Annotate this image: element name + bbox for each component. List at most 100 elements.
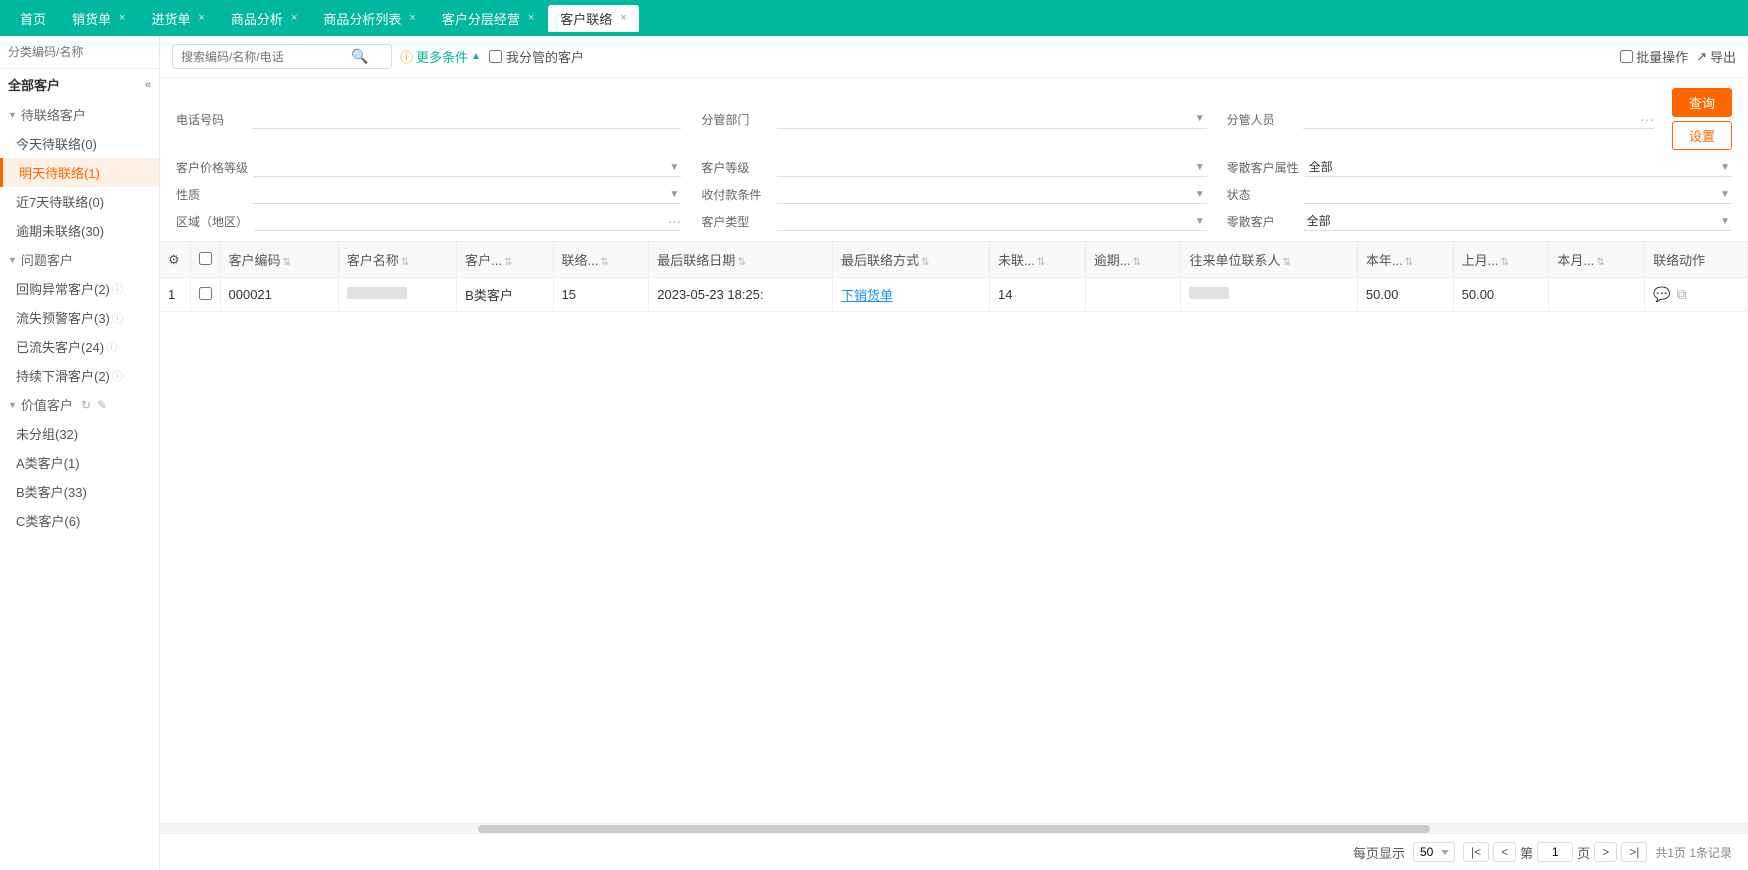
col-last-contact-method[interactable]: 最后联络方式⇅ [832, 242, 989, 278]
export-button[interactable]: ↗ 导出 [1696, 47, 1736, 66]
sort-notcontact-icon[interactable]: ⇅ [1037, 257, 1045, 268]
first-page-btn[interactable]: |< [1463, 842, 1489, 862]
more-conditions-btn[interactable]: ⓘ 更多条件 ▲ [400, 47, 481, 66]
edit-group-icon[interactable]: ✎ [97, 398, 107, 412]
sort-method-icon[interactable]: ⇅ [921, 257, 929, 268]
per-page-select[interactable]: 50 [1413, 842, 1455, 862]
col-settings[interactable]: ⚙ [160, 242, 190, 278]
col-this-month[interactable]: 本月...⇅ [1549, 242, 1645, 278]
col-customer-name[interactable]: 客户名称⇅ [338, 242, 456, 278]
customer-level-select[interactable] [777, 158, 1206, 176]
sidebar-item-declining[interactable]: 持续下滑客户(2) ⓘ [0, 361, 159, 390]
retail-attr-select[interactable]: 全部 [1305, 158, 1732, 176]
col-customer-type[interactable]: 客户...⇅ [457, 242, 553, 278]
sort-year-icon[interactable]: ⇅ [1405, 257, 1413, 268]
nav-customer-tiered[interactable]: 客户分层经营 × [430, 5, 546, 32]
phone-input[interactable] [252, 110, 681, 129]
nav-customer-contact[interactable]: 客户联络 × [548, 5, 638, 32]
help-icon-1[interactable]: ⓘ [112, 281, 123, 297]
query-button[interactable]: 查询 [1672, 88, 1732, 117]
dept-select[interactable] [777, 110, 1206, 128]
my-customers-check[interactable] [489, 50, 502, 63]
sort-thismonth-icon[interactable]: ⇅ [1596, 257, 1604, 268]
sidebar-item-7day-contact[interactable]: 近7天待联络(0) [0, 187, 159, 216]
nav-home[interactable]: 首页 [8, 5, 58, 32]
col-unit-contact[interactable]: 往来单位联系人⇅ [1181, 242, 1357, 278]
all-customers-title[interactable]: 全部客户 « [0, 69, 159, 100]
col-action[interactable]: 联络动作 [1645, 242, 1748, 278]
sort-type-icon[interactable]: ⇅ [504, 257, 512, 268]
search-input[interactable] [181, 50, 351, 64]
nature-select[interactable] [252, 185, 681, 203]
sidebar-item-tomorrow-contact[interactable]: 明天待联络(1) [0, 158, 159, 187]
sidebar-item-churn-warning[interactable]: 流失预警客户(3) ⓘ [0, 303, 159, 332]
help-icon-2[interactable]: ⓘ [112, 310, 123, 326]
area-more-icon[interactable]: ··· [667, 213, 681, 229]
close-customer-tiered-icon[interactable]: × [528, 12, 534, 24]
sidebar-item-ungrouped[interactable]: 未分组(32) [0, 419, 159, 448]
status-select[interactable] [1303, 185, 1732, 203]
cell-last-contact-method[interactable]: 下销货单 [832, 278, 989, 312]
close-sales-order-icon[interactable]: × [119, 12, 125, 24]
group-pending-contact[interactable]: 待联络客户 [0, 100, 159, 129]
search-button[interactable]: 🔍 [351, 48, 368, 65]
sidebar-item-overdue-contact[interactable]: 逾期未联络(30) [0, 216, 159, 245]
sort-contact-icon[interactable]: ⇅ [600, 257, 608, 268]
contact-method-link[interactable]: 下销货单 [841, 288, 893, 303]
contact-icon[interactable]: 💬 [1653, 286, 1670, 303]
page-input[interactable] [1537, 842, 1573, 862]
sort-unit-icon[interactable]: ⇅ [1282, 257, 1290, 268]
sidebar-item-class-a[interactable]: A类客户(1) [0, 448, 159, 477]
nav-sales-order[interactable]: 销货单 × [60, 5, 137, 32]
person-more-icon[interactable]: ··· [1640, 111, 1654, 127]
settings-button[interactable]: 设置 [1672, 121, 1732, 150]
more-action-icon[interactable]: ⧉ [1677, 286, 1687, 303]
table-scroll-thumb[interactable] [478, 825, 1431, 833]
close-product-analysis-icon[interactable]: × [291, 12, 297, 24]
col-not-contacted[interactable]: 未联...⇅ [990, 242, 1086, 278]
group-value-customers[interactable]: 价值客户 ↻ ✎ [0, 390, 159, 419]
sidebar-item-class-c[interactable]: C类客户(6) [0, 506, 159, 535]
cell-checkbox[interactable] [190, 278, 220, 312]
last-page-btn[interactable]: >| [1621, 842, 1647, 862]
sidebar-item-class-b[interactable]: B类客户(33) [0, 477, 159, 506]
col-overdue[interactable]: 逾期...⇅ [1085, 242, 1181, 278]
col-checkbox[interactable] [190, 242, 220, 278]
close-product-analysis-list-icon[interactable]: × [409, 12, 415, 24]
customer-type-select[interactable] [777, 212, 1206, 230]
help-icon-4[interactable]: ⓘ [112, 368, 123, 384]
collapse-icon[interactable]: « [145, 79, 151, 91]
help-icon-3[interactable]: ⓘ [106, 339, 117, 355]
sidebar-item-today-contact[interactable]: 今天待联络(0) [0, 129, 159, 158]
payment-select[interactable] [777, 185, 1206, 203]
close-customer-contact-icon[interactable]: × [620, 12, 626, 24]
next-page-btn[interactable]: > [1594, 842, 1617, 862]
table-scroll-bar[interactable] [160, 823, 1748, 833]
col-last-contact-date[interactable]: 最后联络日期⇅ [649, 242, 833, 278]
select-all-checkbox[interactable] [199, 252, 212, 265]
batch-op-check[interactable] [1620, 50, 1633, 63]
person-input[interactable] [1303, 110, 1640, 128]
nav-product-analysis-list[interactable]: 商品分析列表 × [311, 5, 427, 32]
sidebar-item-churned[interactable]: 已流失客户(24) ⓘ [0, 332, 159, 361]
retail-customer-select[interactable]: 全部 [1303, 212, 1732, 230]
batch-op-button[interactable]: 批量操作 [1620, 47, 1688, 66]
sidebar-item-abnormal-repurchase[interactable]: 回购异常客户(2) ⓘ [0, 274, 159, 303]
row-checkbox[interactable] [199, 287, 212, 300]
nav-purchase-order[interactable]: 进货单 × [139, 5, 216, 32]
col-contact[interactable]: 联络...⇅ [553, 242, 649, 278]
my-customers-checkbox[interactable]: 我分管的客户 [489, 47, 584, 66]
col-this-year[interactable]: 本年...⇅ [1357, 242, 1453, 278]
refresh-icon[interactable]: ↻ [81, 398, 91, 412]
sort-date-icon[interactable]: ⇅ [737, 257, 745, 268]
prev-page-btn[interactable]: < [1493, 842, 1516, 862]
close-purchase-order-icon[interactable]: × [198, 12, 204, 24]
group-problem-customers[interactable]: 问题客户 [0, 245, 159, 274]
col-customer-code[interactable]: 客户编码⇅ [220, 242, 338, 278]
nav-product-analysis[interactable]: 商品分析 × [219, 5, 309, 32]
sort-overdue-icon[interactable]: ⇅ [1133, 257, 1141, 268]
sort-code-icon[interactable]: ⇅ [283, 257, 291, 268]
price-level-select[interactable] [254, 158, 681, 176]
sidebar-search-input[interactable] [8, 45, 160, 59]
sort-name-icon[interactable]: ⇅ [401, 257, 409, 268]
